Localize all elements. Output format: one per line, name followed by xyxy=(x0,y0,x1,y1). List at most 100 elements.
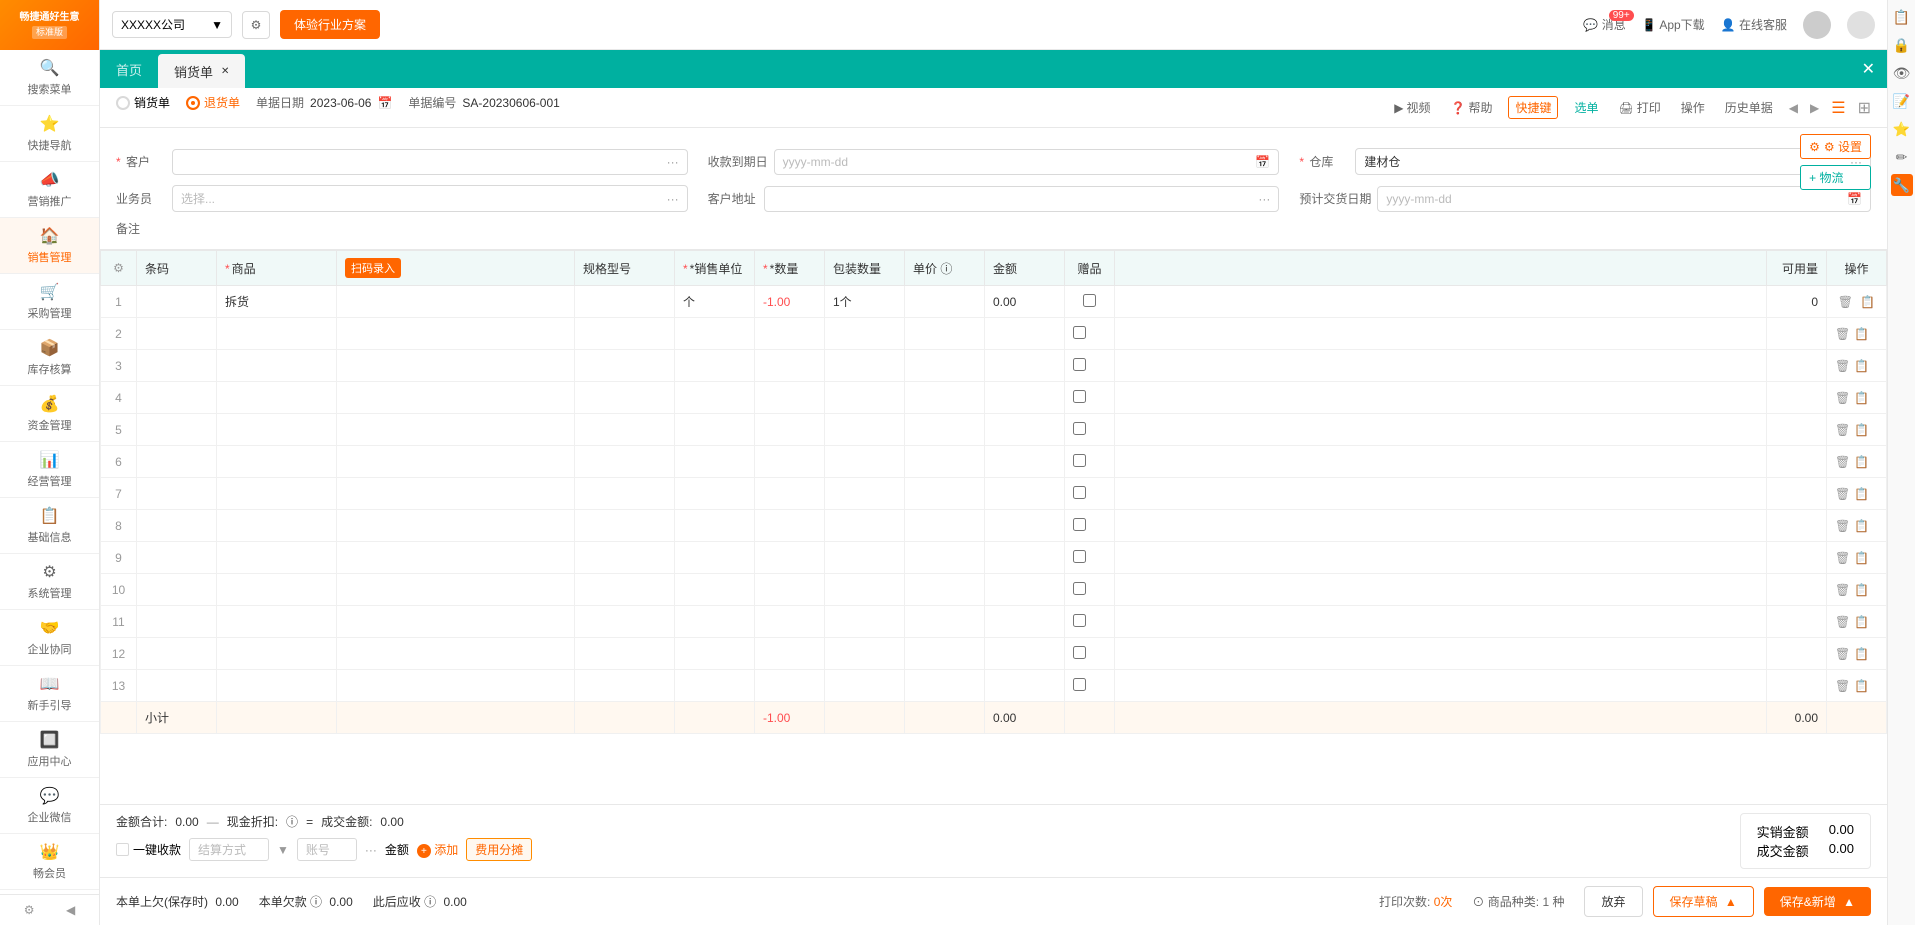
row-qty-1[interactable]: -1.00 xyxy=(754,286,824,318)
table-row: 6🗑📋 xyxy=(101,446,1887,478)
sidebar-item-finance[interactable]: 💰 资金管理 xyxy=(0,386,99,442)
sidebar-settings-icon[interactable]: ⚙ xyxy=(24,903,35,917)
user-avatar[interactable] xyxy=(1803,11,1831,39)
sidebar-item-search[interactable]: 🔍 搜索菜单 xyxy=(0,50,99,106)
basic-icon: 📋 xyxy=(40,506,60,526)
row-spec-1[interactable] xyxy=(574,286,674,318)
sidebar-item-inventory[interactable]: 📦 库存核算 xyxy=(0,330,99,386)
one-click-pay[interactable]: 一键收款 xyxy=(116,841,181,858)
row-gift-1[interactable] xyxy=(1064,286,1114,318)
method-dropdown-icon[interactable]: ▼ xyxy=(277,843,289,857)
sidebar-item-system[interactable]: ⚙ 系统管理 xyxy=(0,554,99,610)
coop-icon: 🤝 xyxy=(40,618,60,638)
save-draft-btn[interactable]: 保存草稿 ▲ xyxy=(1653,886,1754,917)
tab-close-icon[interactable]: ✕ xyxy=(221,66,229,77)
video-btn[interactable]: ▶ 视频 xyxy=(1390,97,1434,118)
acct-dots[interactable]: ··· xyxy=(365,843,377,857)
tab-home[interactable]: 首页 xyxy=(100,50,158,88)
customer-addr-row: 客户地址 ··· xyxy=(708,185,1280,212)
main-area: XXXXX公司 ▼ ⚙ 体验行业方案 💬 消息 99+ 📱 App下载 👤 在线… xyxy=(100,0,1887,925)
sidebar-item-purchase[interactable]: 🛒 采购管理 xyxy=(0,274,99,330)
row-price-1[interactable] xyxy=(904,286,984,318)
date-field: 单据日期 2023-06-06 📅 xyxy=(256,94,392,111)
tab-sales-order[interactable]: 销货单 ✕ xyxy=(158,54,245,88)
sales-icon: 🏠 xyxy=(40,226,60,246)
row-barcode-1[interactable] xyxy=(137,286,217,318)
expected-date-input[interactable]: yyyy-mm-dd 📅 xyxy=(1377,186,1871,212)
message-btn[interactable]: 💬 消息 99+ xyxy=(1583,16,1625,33)
warehouse-input[interactable]: 建材仓 ··· xyxy=(1355,148,1871,175)
next-icon[interactable]: ▶ xyxy=(1810,101,1819,115)
right-icon-4[interactable]: 📝 xyxy=(1891,90,1913,112)
gift-checkbox-1[interactable] xyxy=(1083,294,1096,307)
operate-btn[interactable]: 操作 xyxy=(1677,97,1709,118)
logistics-btn[interactable]: + 物流 xyxy=(1800,165,1871,190)
history-btn[interactable]: 历史单据 xyxy=(1721,97,1777,118)
gift-checkbox-2[interactable] xyxy=(1073,326,1086,339)
right-icon-5[interactable]: ⭐ xyxy=(1891,118,1913,140)
online-service-btn[interactable]: 👤 在线客服 xyxy=(1721,16,1787,33)
right-icon-6[interactable]: ✏ xyxy=(1891,146,1913,168)
grid-view-icon[interactable]: ⊞ xyxy=(1858,98,1871,118)
user-avatar2[interactable] xyxy=(1847,11,1875,39)
delete-icon-2[interactable]: 🗑 xyxy=(1835,327,1850,341)
shortcut-btn[interactable]: 快捷键 xyxy=(1508,96,1558,119)
scan-btn-header[interactable]: 扫码录入 xyxy=(337,251,575,286)
sidebar-item-sales[interactable]: 🏠 销售管理 xyxy=(0,218,99,274)
save-draft-dropdown-icon[interactable]: ▲ xyxy=(1725,895,1737,909)
sidebar-item-apps[interactable]: 🔲 应用中心 xyxy=(0,722,99,778)
right-icon-1[interactable]: 📋 xyxy=(1891,6,1913,28)
save-new-btn[interactable]: 保存&新增 ▲ xyxy=(1764,887,1871,916)
scan-btn[interactable]: 扫码录入 xyxy=(345,258,401,278)
sidebar-item-operation[interactable]: 📊 经营管理 xyxy=(0,442,99,498)
select-btn[interactable]: 选单 xyxy=(1570,97,1602,118)
expected-cal-icon[interactable]: 📅 xyxy=(1847,192,1862,206)
right-icon-2[interactable]: 🔒 xyxy=(1891,34,1913,56)
copy-icon-2[interactable]: 📋 xyxy=(1854,327,1869,341)
sidebar-item-quick-nav[interactable]: ⭐ 快捷导航 xyxy=(0,106,99,162)
doc-label: 单据编号 xyxy=(408,94,456,111)
list-view-icon[interactable]: ☰ xyxy=(1831,98,1845,118)
date-value: 2023-06-06 xyxy=(310,96,371,110)
calendar-icon[interactable]: 📅 xyxy=(377,96,392,110)
trial-btn[interactable]: 体验行业方案 xyxy=(280,10,380,39)
sidebar-item-guide[interactable]: 📖 新手引导 xyxy=(0,666,99,722)
row-pkgqty-1[interactable]: 1个 xyxy=(824,286,904,318)
sidebar-item-wechat[interactable]: 💬 企业微信 xyxy=(0,778,99,834)
due-date-calendar-icon[interactable]: 📅 xyxy=(1255,155,1270,169)
row-product-1[interactable]: 拆货 xyxy=(217,286,337,318)
company-selector[interactable]: XXXXX公司 ▼ xyxy=(112,11,232,38)
sidebar-item-coop[interactable]: 🤝 企业协同 xyxy=(0,610,99,666)
dropdown-icon: ▼ xyxy=(211,18,223,32)
radio-return[interactable]: 退货单 xyxy=(186,94,240,111)
radio-sale[interactable]: 销货单 xyxy=(116,94,170,111)
prev-icon[interactable]: ◀ xyxy=(1789,101,1798,115)
customer-label: * 客户 xyxy=(116,153,166,170)
customer-input[interactable]: ··· xyxy=(172,149,688,175)
right-icon-3[interactable]: 👁 xyxy=(1891,62,1913,84)
fee-btn[interactable]: 费用分摊 xyxy=(466,838,532,861)
col-settings-icon[interactable]: ⚙ xyxy=(101,251,137,286)
sidebar-item-marketing[interactable]: 📣 营销推广 xyxy=(0,162,99,218)
help-btn[interactable]: ❓ 帮助 xyxy=(1447,97,1497,118)
table-row: 9🗑📋 xyxy=(101,542,1887,574)
abandon-btn[interactable]: 放弃 xyxy=(1584,886,1642,917)
right-icon-7[interactable]: 🔧 xyxy=(1891,174,1913,196)
copy-icon-1[interactable]: 📋 xyxy=(1860,295,1875,309)
sidebar-item-basic[interactable]: 📋 基础信息 xyxy=(0,498,99,554)
print-btn[interactable]: 🖨 打印 xyxy=(1615,97,1665,118)
due-date-input[interactable]: yyyy-mm-dd 📅 xyxy=(774,149,1280,175)
salesperson-input[interactable]: 选择... ··· xyxy=(172,185,688,212)
customer-addr-input[interactable]: ··· xyxy=(764,186,1280,212)
delete-icon-1[interactable]: 🗑 xyxy=(1838,295,1853,309)
add-btn[interactable]: + 添加 xyxy=(417,841,458,859)
form-settings-btn[interactable]: ⚙ ⚙ 设置 xyxy=(1800,134,1871,159)
tabbar-close-icon[interactable]: ✕ xyxy=(1850,59,1887,79)
row-amount-1[interactable]: 0.00 xyxy=(984,286,1064,318)
row-unit-1[interactable]: 个 xyxy=(674,286,754,318)
app-download-btn[interactable]: 📱 App下载 xyxy=(1642,16,1705,33)
sidebar-collapse-icon[interactable]: ◀ xyxy=(66,903,75,917)
settings-button[interactable]: ⚙ xyxy=(242,11,270,39)
save-new-dropdown-icon[interactable]: ▲ xyxy=(1843,895,1855,909)
sidebar-item-member[interactable]: 👑 畅会员 xyxy=(0,834,99,890)
